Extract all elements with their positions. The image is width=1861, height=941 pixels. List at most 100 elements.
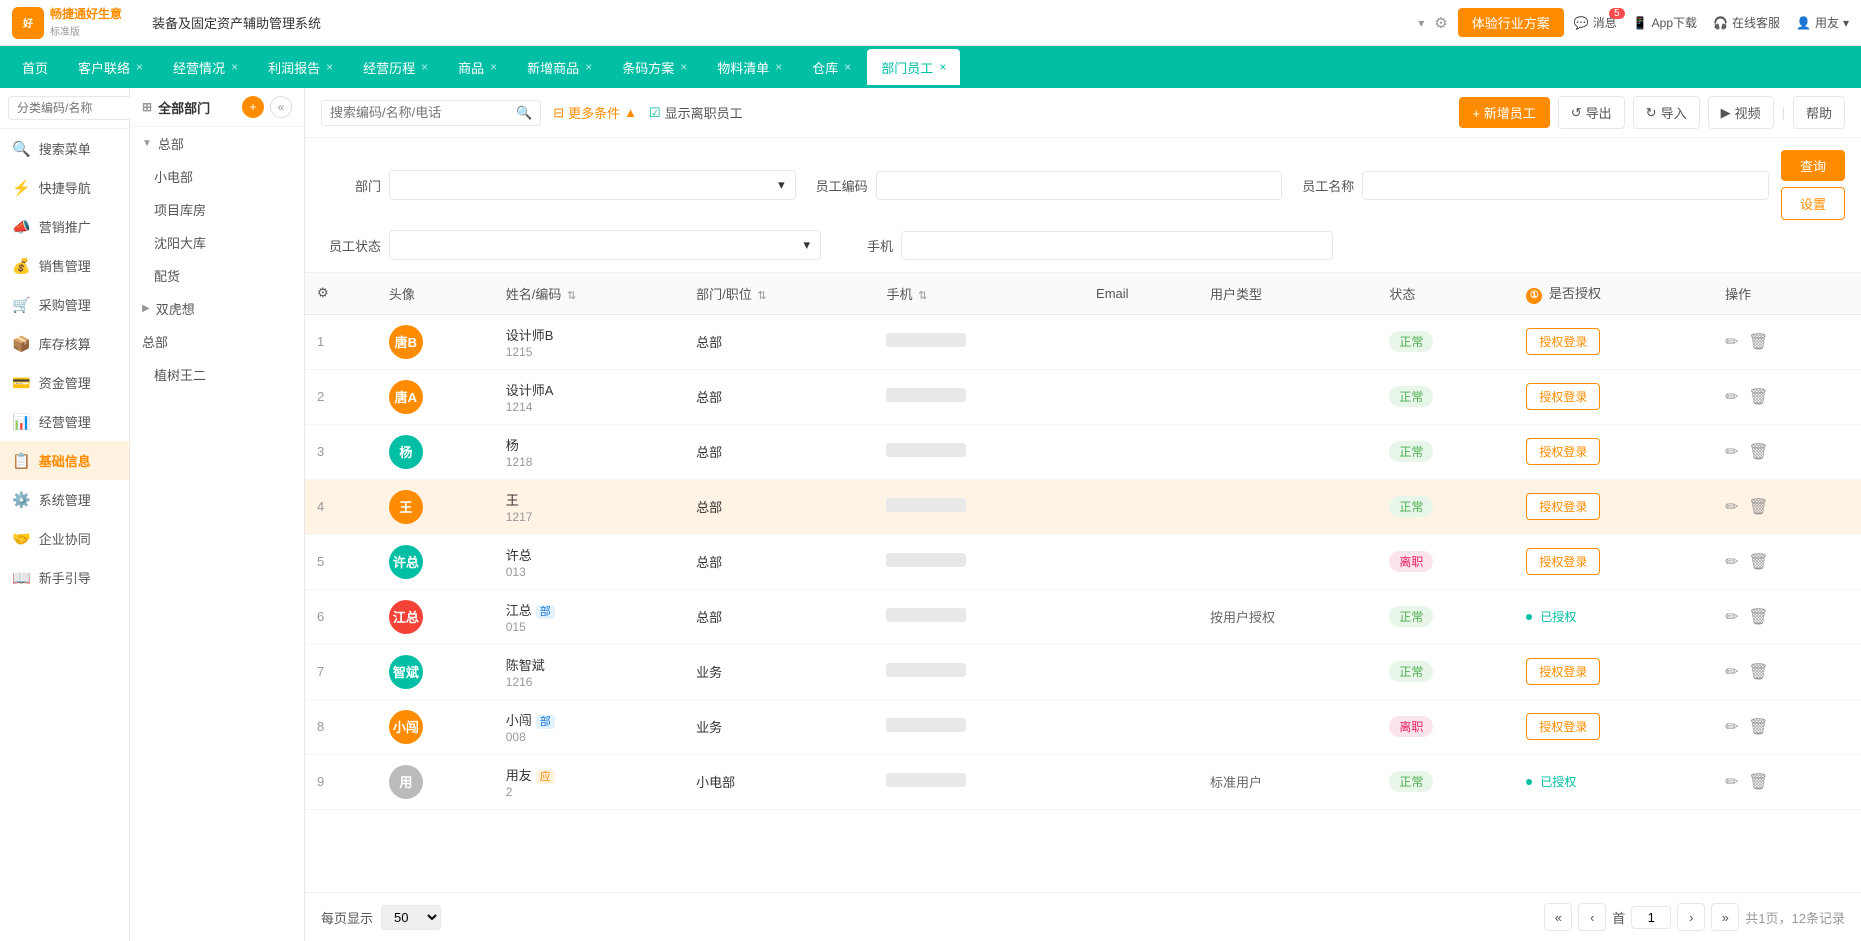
auth-btn[interactable]: 授权登录: [1526, 383, 1600, 410]
auth-btn[interactable]: 授权登录: [1526, 493, 1600, 520]
th-phone[interactable]: 手机 ⇅: [874, 273, 1084, 314]
search-btn[interactable]: 查询: [1781, 150, 1845, 181]
delete-icon[interactable]: 🗑: [1748, 664, 1768, 681]
tab-close-icon[interactable]: ×: [490, 60, 497, 74]
dept-select[interactable]: ▾: [389, 170, 796, 200]
sidebar-item-basic[interactable]: 📋 基础信息: [0, 441, 129, 480]
dept-node-small-electric[interactable]: 小电部: [130, 160, 304, 193]
tab-close-icon[interactable]: ×: [326, 60, 333, 74]
delete-icon[interactable]: 🗑: [1748, 774, 1768, 791]
sidebar-item-finance[interactable]: 💳 资金管理: [0, 363, 129, 402]
edit-icon[interactable]: ✏: [1725, 719, 1738, 736]
try-btn[interactable]: 体验行业方案: [1458, 8, 1564, 37]
sidebar-item-search[interactable]: 🔍 搜索菜单: [0, 129, 129, 168]
tab-close-icon[interactable]: ×: [585, 60, 592, 74]
settings-gear-icon[interactable]: ⚙: [1434, 14, 1447, 32]
emp-code-input[interactable]: [876, 171, 1283, 200]
dept-node-distribution[interactable]: 配货: [130, 259, 304, 292]
settings-btn[interactable]: 设置: [1781, 187, 1845, 220]
dept-add-btn[interactable]: +: [242, 96, 264, 118]
th-name[interactable]: 姓名/编码 ⇅: [494, 273, 684, 314]
auth-btn[interactable]: 授权登录: [1526, 658, 1600, 685]
user-btn[interactable]: 👤 用友 ▾: [1796, 14, 1849, 31]
edit-icon[interactable]: ✏: [1725, 664, 1738, 681]
delete-icon[interactable]: 🗑: [1748, 609, 1768, 626]
edit-icon[interactable]: ✏: [1725, 609, 1738, 626]
sidebar-item-management[interactable]: 📊 经营管理: [0, 402, 129, 441]
first-page-btn[interactable]: «: [1544, 903, 1572, 931]
sidebar-item-system[interactable]: ⚙️ 系统管理: [0, 480, 129, 519]
page-input[interactable]: [1631, 906, 1671, 929]
dept-node-hq[interactable]: 总部: [130, 325, 304, 358]
next-page-btn[interactable]: ›: [1677, 903, 1705, 931]
tab-close-icon[interactable]: ×: [421, 60, 428, 74]
delete-icon[interactable]: 🗑: [1748, 444, 1768, 461]
tab-close-icon[interactable]: ×: [939, 60, 946, 74]
status-select[interactable]: ▾: [389, 230, 821, 260]
auth-btn[interactable]: 授权登录: [1526, 713, 1600, 740]
edit-icon[interactable]: ✏: [1725, 554, 1738, 571]
dept-node-shenyang[interactable]: 沈阳大库: [130, 226, 304, 259]
system-title-arrow[interactable]: ▾: [1418, 16, 1424, 30]
page-size-select[interactable]: 50 20 100: [381, 905, 441, 930]
dept-node-zhishu[interactable]: 植树王二: [130, 358, 304, 391]
delete-icon[interactable]: 🗑: [1748, 334, 1768, 351]
auth-btn[interactable]: 授权登录: [1526, 328, 1600, 355]
tab-close-icon[interactable]: ×: [231, 60, 238, 74]
sidebar-item-collab[interactable]: 🤝 企业协同: [0, 519, 129, 558]
filter-more-btn[interactable]: ⊟ 更多条件 ▲: [553, 103, 637, 122]
phone-input[interactable]: [901, 231, 1333, 260]
edit-icon[interactable]: ✏: [1725, 499, 1738, 516]
nav-tab-goods[interactable]: 商品 ×: [444, 49, 511, 85]
nav-tab-operations[interactable]: 经营情况 ×: [159, 49, 252, 85]
nav-tab-dept[interactable]: 部门员工 ×: [867, 49, 960, 85]
nav-tab-customer[interactable]: 客户联络 ×: [64, 49, 157, 85]
filter-search-input[interactable]: [330, 105, 510, 120]
auth-btn[interactable]: 授权登录: [1526, 548, 1600, 575]
nav-tab-profit[interactable]: 利润报告 ×: [254, 49, 347, 85]
export-btn[interactable]: ↺ 导出: [1558, 96, 1625, 129]
sidebar-item-inventory[interactable]: 📦 库存核算: [0, 324, 129, 363]
sidebar-item-sales[interactable]: 💰 销售管理: [0, 246, 129, 285]
delete-icon[interactable]: 🗑: [1748, 389, 1768, 406]
tab-close-icon[interactable]: ×: [136, 60, 143, 74]
nav-tab-home[interactable]: 首页: [8, 49, 62, 85]
view-btn[interactable]: ▶ 视频: [1708, 96, 1774, 129]
dept-node-project[interactable]: 项目库房: [130, 193, 304, 226]
dept-node-shuanghu[interactable]: ▶ 双虎想: [130, 292, 304, 325]
nav-tab-barcode[interactable]: 条码方案 ×: [608, 49, 701, 85]
app-btn[interactable]: 📱 App下载: [1633, 14, 1697, 31]
nav-tab-bom[interactable]: 物料清单 ×: [703, 49, 796, 85]
th-dept[interactable]: 部门/职位 ⇅: [684, 273, 874, 314]
tab-close-icon[interactable]: ×: [844, 60, 851, 74]
sidebar-item-marketing[interactable]: 📣 营销推广: [0, 207, 129, 246]
import-btn[interactable]: ↻ 导入: [1633, 96, 1700, 129]
auth-btn[interactable]: 授权登录: [1526, 438, 1600, 465]
nav-tab-warehouse[interactable]: 仓库 ×: [798, 49, 865, 85]
tab-close-icon[interactable]: ×: [775, 60, 782, 74]
tab-close-icon[interactable]: ×: [680, 60, 687, 74]
edit-icon[interactable]: ✏: [1725, 334, 1738, 351]
online-btn[interactable]: 🎧 在线客服: [1713, 14, 1780, 31]
add-employee-btn[interactable]: + 新增员工: [1459, 97, 1550, 128]
last-page-btn[interactable]: »: [1711, 903, 1739, 931]
edit-icon[interactable]: ✏: [1725, 774, 1738, 791]
nav-tab-add-goods[interactable]: 新增商品 ×: [513, 49, 606, 85]
delete-icon[interactable]: 🗑: [1748, 719, 1768, 736]
emp-name-input[interactable]: [1362, 171, 1769, 200]
prev-page-btn[interactable]: ‹: [1578, 903, 1606, 931]
show-resign-toggle[interactable]: ☑ 显示离职员工: [649, 103, 743, 122]
nav-tab-history[interactable]: 经营历程 ×: [349, 49, 442, 85]
sidebar-item-guide[interactable]: 📖 新手引导: [0, 558, 129, 597]
msg-btn[interactable]: 💬 消息 5: [1574, 14, 1617, 31]
sidebar-item-purchase[interactable]: 🛒 采购管理: [0, 285, 129, 324]
th-settings[interactable]: ⚙: [305, 273, 377, 314]
sidebar-item-quick[interactable]: ⚡ 快捷导航: [0, 168, 129, 207]
edit-icon[interactable]: ✏: [1725, 444, 1738, 461]
delete-icon[interactable]: 🗑: [1748, 554, 1768, 571]
dept-node-general[interactable]: ▼ 总部: [130, 127, 304, 160]
delete-icon[interactable]: 🗑: [1748, 499, 1768, 516]
help-btn[interactable]: 帮助: [1793, 96, 1845, 129]
dept-collapse-btn[interactable]: «: [270, 96, 292, 118]
edit-icon[interactable]: ✏: [1725, 389, 1738, 406]
